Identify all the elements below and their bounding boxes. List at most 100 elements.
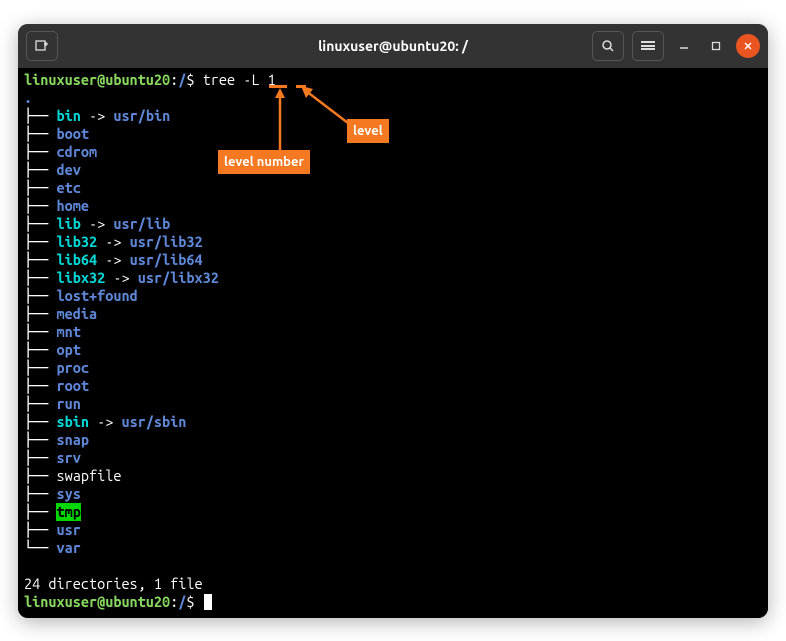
tree-branch: ├── xyxy=(24,197,56,215)
minimize-button[interactable] xyxy=(672,34,696,58)
tree-row: ├── sys xyxy=(24,485,762,503)
terminal-window: linuxuser@ubuntu20: / xyxy=(18,24,768,618)
tree-branch: ├── xyxy=(24,233,56,251)
tree-row: ├── sbin -> usr/sbin xyxy=(24,413,762,431)
tree-entry-name: bin xyxy=(56,107,80,125)
symlink-arrow: -> xyxy=(81,107,113,125)
tree-branch: ├── xyxy=(24,521,56,539)
tree-branch: ├── xyxy=(24,215,56,233)
tree-row: ├── tmp xyxy=(24,503,762,521)
window-title: linuxuser@ubuntu20: / xyxy=(318,38,468,54)
search-icon xyxy=(601,39,615,53)
tree-branch: ├── xyxy=(24,107,56,125)
tree-row: ├── srv xyxy=(24,449,762,467)
tree-row: ├── root xyxy=(24,377,762,395)
tree-row: ├── media xyxy=(24,305,762,323)
close-button[interactable] xyxy=(736,34,760,58)
tree-entry-name: lib64 xyxy=(56,251,97,269)
minimize-icon xyxy=(679,41,689,51)
symlink-arrow: -> xyxy=(81,215,113,233)
tree-entry-name: libx32 xyxy=(56,269,105,287)
tree-entry-name: etc xyxy=(56,179,80,197)
tree-row: ├── bin -> usr/bin xyxy=(24,107,762,125)
menu-button[interactable] xyxy=(632,31,664,61)
symlink-arrow: -> xyxy=(97,233,129,251)
tree-branch: ├── xyxy=(24,503,56,521)
symlink-arrow: -> xyxy=(105,269,137,287)
tree-row: ├── lib64 -> usr/lib64 xyxy=(24,251,762,269)
tree-row: ├── opt xyxy=(24,341,762,359)
tree-row: ├── lost+found xyxy=(24,287,762,305)
tree-row: └── var xyxy=(24,539,762,557)
symlink-target: usr/libx32 xyxy=(138,269,219,287)
tree-entry-name: opt xyxy=(56,341,80,359)
tree-entry-name: lib xyxy=(56,215,80,233)
tree-row: ├── run xyxy=(24,395,762,413)
tree-branch: ├── xyxy=(24,269,56,287)
symlink-arrow: -> xyxy=(97,251,129,269)
tree-branch: ├── xyxy=(24,179,56,197)
tree-branch: ├── xyxy=(24,485,56,503)
new-tab-button[interactable] xyxy=(26,31,58,61)
tree-row: ├── etc xyxy=(24,179,762,197)
tree-branch: ├── xyxy=(24,125,56,143)
tree-entry-name: srv xyxy=(56,449,80,467)
tree-row: ├── swapfile xyxy=(24,467,762,485)
tree-branch: ├── xyxy=(24,143,56,161)
tree-row: ├── proc xyxy=(24,359,762,377)
tree-branch: ├── xyxy=(24,449,56,467)
tree-row: ├── cdrom xyxy=(24,143,762,161)
tree-entry-name: root xyxy=(56,377,88,395)
tree-row: ├── snap xyxy=(24,431,762,449)
summary-line: 24 directories, 1 file xyxy=(24,575,762,593)
tree-entry-name: cdrom xyxy=(56,143,97,161)
command-line: linuxuser@ubuntu20:/$ tree -L 1 xyxy=(24,71,762,89)
tree-row: ├── lib32 -> usr/lib32 xyxy=(24,233,762,251)
hamburger-icon xyxy=(641,40,655,52)
symlink-target: usr/lib xyxy=(113,215,170,233)
tree-entry-name: dev xyxy=(56,161,80,179)
prompt-symbol: $ xyxy=(186,71,194,88)
tree-branch: ├── xyxy=(24,323,56,341)
tree-entry-name: snap xyxy=(56,431,88,449)
tree-branch: ├── xyxy=(24,251,56,269)
tree-branch: ├── xyxy=(24,287,56,305)
tree-entry-name: media xyxy=(56,305,97,323)
cursor xyxy=(204,594,212,610)
tree-branch: ├── xyxy=(24,413,56,431)
tree-row: ├── lib -> usr/lib xyxy=(24,215,762,233)
tree-entry-name: run xyxy=(56,395,80,413)
maximize-button[interactable] xyxy=(704,34,728,58)
next-prompt: linuxuser@ubuntu20:/$ xyxy=(24,593,762,611)
tree-entry-name: usr xyxy=(56,521,80,539)
blank-line xyxy=(24,557,762,575)
tree-entry-name: tmp xyxy=(56,503,80,521)
command-text: tree -L 1 xyxy=(203,71,276,88)
tree-branch: ├── xyxy=(24,305,56,323)
tree-entry-name: boot xyxy=(56,125,88,143)
tree-branch: ├── xyxy=(24,431,56,449)
tree-entry-name: swapfile xyxy=(56,467,121,485)
tree-entry-name: home xyxy=(56,197,88,215)
prompt-user-host: linuxuser@ubuntu20 xyxy=(24,71,170,88)
tree-branch: ├── xyxy=(24,359,56,377)
tree-branch: ├── xyxy=(24,395,56,413)
symlink-target: usr/lib32 xyxy=(130,233,203,251)
tree-branch: ├── xyxy=(24,467,56,485)
tree-entry-name: sbin xyxy=(56,413,88,431)
titlebar-left xyxy=(26,31,58,61)
tree-output: ├── bin -> usr/bin├── boot├── cdrom├── d… xyxy=(24,107,762,557)
tree-entry-name: lost+found xyxy=(56,287,137,305)
tree-entry-name: proc xyxy=(56,359,88,377)
terminal-content[interactable]: linuxuser@ubuntu20:/$ tree -L 1 . ├── bi… xyxy=(18,68,768,618)
tree-entry-name: mnt xyxy=(56,323,80,341)
new-tab-icon xyxy=(34,38,50,54)
tree-entry-name: lib32 xyxy=(56,233,97,251)
tree-root: . xyxy=(24,89,762,107)
tree-row: ├── boot xyxy=(24,125,762,143)
symlink-target: usr/sbin xyxy=(121,413,186,431)
tree-entry-name: var xyxy=(56,539,80,557)
symlink-target: usr/bin xyxy=(113,107,170,125)
search-button[interactable] xyxy=(592,31,624,61)
tree-branch: ├── xyxy=(24,161,56,179)
